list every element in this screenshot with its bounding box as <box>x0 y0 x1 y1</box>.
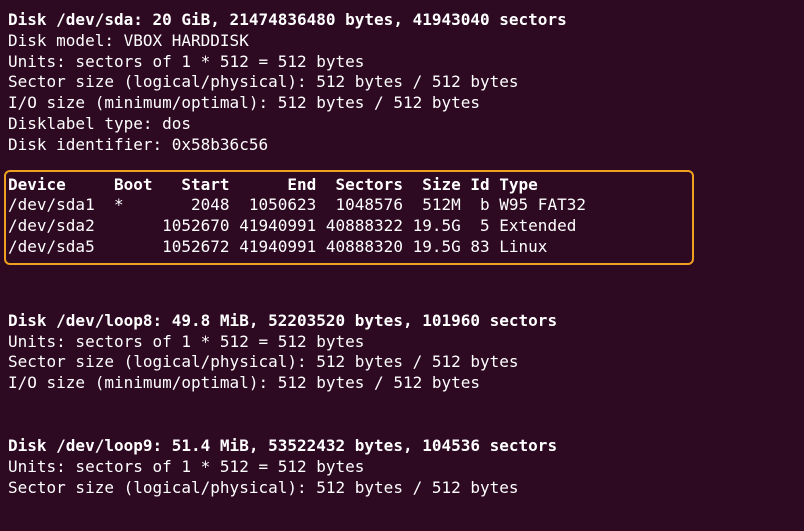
disk-sda-model: Disk model: VBOX HARDDISK <box>8 31 796 52</box>
table-row: /dev/sda2 1052670 41940991 40888322 19.5… <box>8 216 690 237</box>
partition-table-highlight: Device Boot Start End Sectors Size Id Ty… <box>4 170 694 265</box>
disk-sda-sector-size: Sector size (logical/physical): 512 byte… <box>8 72 796 93</box>
table-row: /dev/sda5 1052672 41940991 40888320 19.5… <box>8 237 690 258</box>
disk-loop8-units: Units: sectors of 1 * 512 = 512 bytes <box>8 332 796 353</box>
disk-sda-header: Disk /dev/sda: 20 GiB, 21474836480 bytes… <box>8 10 796 31</box>
disk-loop8-io-size: I/O size (minimum/optimal): 512 bytes / … <box>8 373 796 394</box>
disk-sda-io-size: I/O size (minimum/optimal): 512 bytes / … <box>8 93 796 114</box>
disk-loop9-sector-size: Sector size (logical/physical): 512 byte… <box>8 478 796 499</box>
disk-loop8-sector-size: Sector size (logical/physical): 512 byte… <box>8 352 796 373</box>
partition-table-header: Device Boot Start End Sectors Size Id Ty… <box>8 175 690 196</box>
disk-loop9-units: Units: sectors of 1 * 512 = 512 bytes <box>8 457 796 478</box>
table-row: /dev/sda1 * 2048 1050623 1048576 512M b … <box>8 195 690 216</box>
disk-loop9-header: Disk /dev/loop9: 51.4 MiB, 53522432 byte… <box>8 436 796 457</box>
disk-sda-label-type: Disklabel type: dos <box>8 114 796 135</box>
disk-sda-identifier: Disk identifier: 0x58b36c56 <box>8 135 796 156</box>
disk-loop8-header: Disk /dev/loop8: 49.8 MiB, 52203520 byte… <box>8 311 796 332</box>
disk-sda-units: Units: sectors of 1 * 512 = 512 bytes <box>8 52 796 73</box>
